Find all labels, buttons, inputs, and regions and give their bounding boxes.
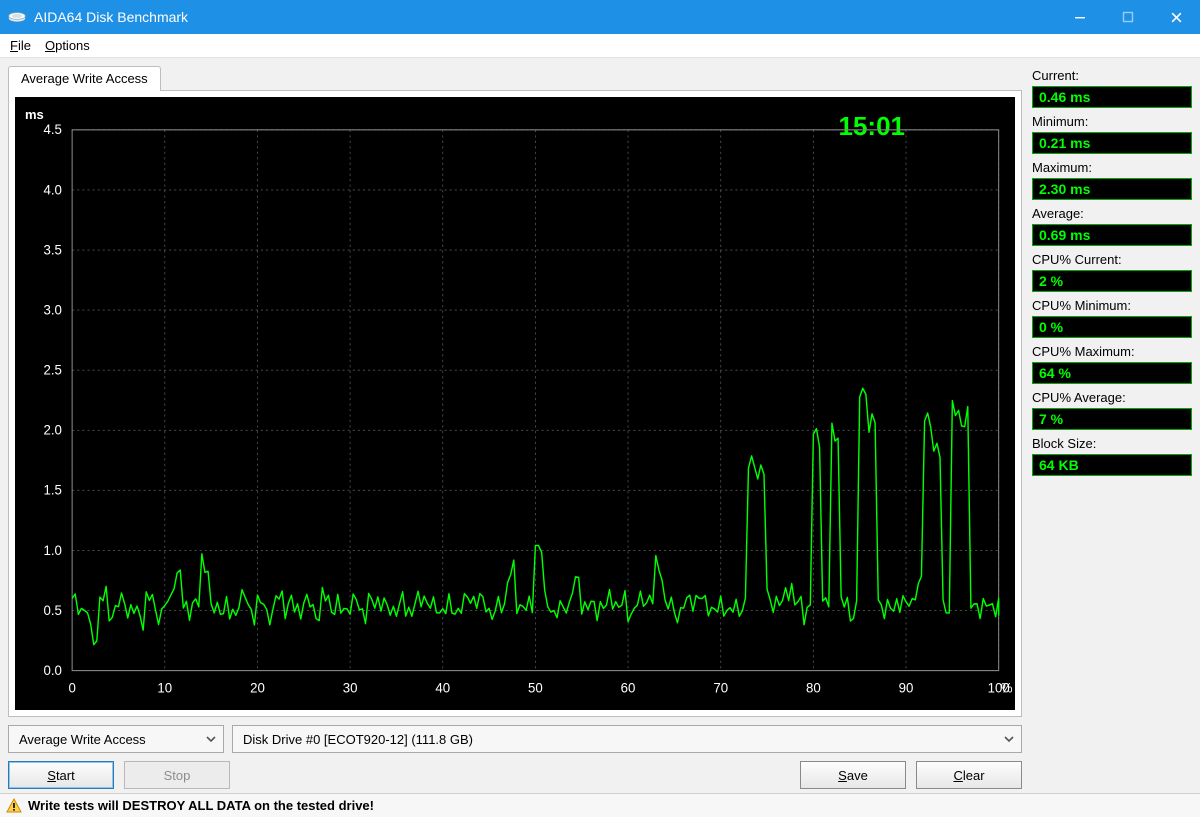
svg-text:40: 40 — [435, 680, 450, 696]
start-button[interactable]: Start — [8, 761, 114, 789]
svg-text:10: 10 — [157, 680, 172, 696]
warning-icon — [6, 798, 22, 814]
stat-block-size-label: Block Size: — [1032, 436, 1192, 451]
chevron-down-icon — [1003, 733, 1015, 745]
stat-cpu-minimum-value: 0 % — [1032, 316, 1192, 338]
stat-maximum-value: 2.30 ms — [1032, 178, 1192, 200]
stat-cpu-maximum-label: CPU% Maximum: — [1032, 344, 1192, 359]
window-title: AIDA64 Disk Benchmark — [34, 9, 188, 25]
svg-text:0.0: 0.0 — [43, 663, 62, 679]
stat-maximum-label: Maximum: — [1032, 160, 1192, 175]
test-type-select[interactable]: Average Write Access — [8, 725, 224, 753]
svg-text:70: 70 — [713, 680, 728, 696]
maximize-button[interactable] — [1104, 0, 1152, 34]
svg-text:%: % — [1001, 680, 1013, 696]
svg-text:1.0: 1.0 — [43, 542, 62, 558]
minimize-button[interactable] — [1056, 0, 1104, 34]
app-icon — [8, 10, 26, 24]
svg-text:3.5: 3.5 — [43, 242, 62, 258]
chart: ms 15:01 0.00.51.01.52.02.53.03.54.04.50… — [15, 97, 1015, 710]
svg-text:2.5: 2.5 — [43, 362, 62, 378]
svg-text:0: 0 — [68, 680, 76, 696]
statusbar: Write tests will DESTROY ALL DATA on the… — [0, 793, 1200, 817]
titlebar: AIDA64 Disk Benchmark — [0, 0, 1200, 34]
svg-text:4.0: 4.0 — [43, 182, 62, 198]
stat-cpu-average-label: CPU% Average: — [1032, 390, 1192, 405]
clear-button[interactable]: Clear — [916, 761, 1022, 789]
stat-current-label: Current: — [1032, 68, 1192, 83]
svg-text:1.5: 1.5 — [43, 482, 62, 498]
svg-text:2.0: 2.0 — [43, 422, 62, 438]
svg-text:30: 30 — [343, 680, 358, 696]
drive-value: Disk Drive #0 [ECOT920-12] (111.8 GB) — [243, 732, 473, 747]
main-area: Average Write Access ms 15:01 0.00.51.01… — [0, 58, 1200, 793]
svg-text:0.5: 0.5 — [43, 602, 62, 618]
svg-text:4.5: 4.5 — [43, 122, 62, 138]
stat-average-value: 0.69 ms — [1032, 224, 1192, 246]
stat-minimum-value: 0.21 ms — [1032, 132, 1192, 154]
tabstrip: Average Write Access — [8, 64, 1022, 90]
save-button[interactable]: Save — [800, 761, 906, 789]
stat-cpu-current-label: CPU% Current: — [1032, 252, 1192, 267]
svg-text:90: 90 — [899, 680, 914, 696]
menu-options[interactable]: Options — [45, 38, 90, 53]
close-button[interactable] — [1152, 0, 1200, 34]
stat-block-size-value: 64 KB — [1032, 454, 1192, 476]
tab-average-write-access[interactable]: Average Write Access — [8, 66, 161, 91]
svg-text:50: 50 — [528, 680, 543, 696]
svg-text:80: 80 — [806, 680, 821, 696]
stats-panel: Current: 0.46 ms Minimum: 0.21 ms Maximum:… — [1032, 64, 1192, 789]
chart-panel: ms 15:01 0.00.51.01.52.02.53.03.54.04.50… — [8, 90, 1022, 717]
stat-cpu-current-value: 2 % — [1032, 270, 1192, 292]
svg-text:20: 20 — [250, 680, 265, 696]
svg-text:3.0: 3.0 — [43, 302, 62, 318]
menu-file[interactable]: File — [10, 38, 31, 53]
stat-current-value: 0.46 ms — [1032, 86, 1192, 108]
stat-cpu-average-value: 7 % — [1032, 408, 1192, 430]
stat-average-label: Average: — [1032, 206, 1192, 221]
stop-button: Stop — [124, 761, 230, 789]
test-type-value: Average Write Access — [19, 732, 146, 747]
stat-minimum-label: Minimum: — [1032, 114, 1192, 129]
drive-select[interactable]: Disk Drive #0 [ECOT920-12] (111.8 GB) — [232, 725, 1022, 753]
stat-cpu-minimum-label: CPU% Minimum: — [1032, 298, 1192, 313]
statusbar-text: Write tests will DESTROY ALL DATA on the… — [28, 798, 374, 813]
stat-cpu-maximum-value: 64 % — [1032, 362, 1192, 384]
menubar: File Options — [0, 34, 1200, 58]
svg-text:60: 60 — [621, 680, 636, 696]
chevron-down-icon — [205, 733, 217, 745]
